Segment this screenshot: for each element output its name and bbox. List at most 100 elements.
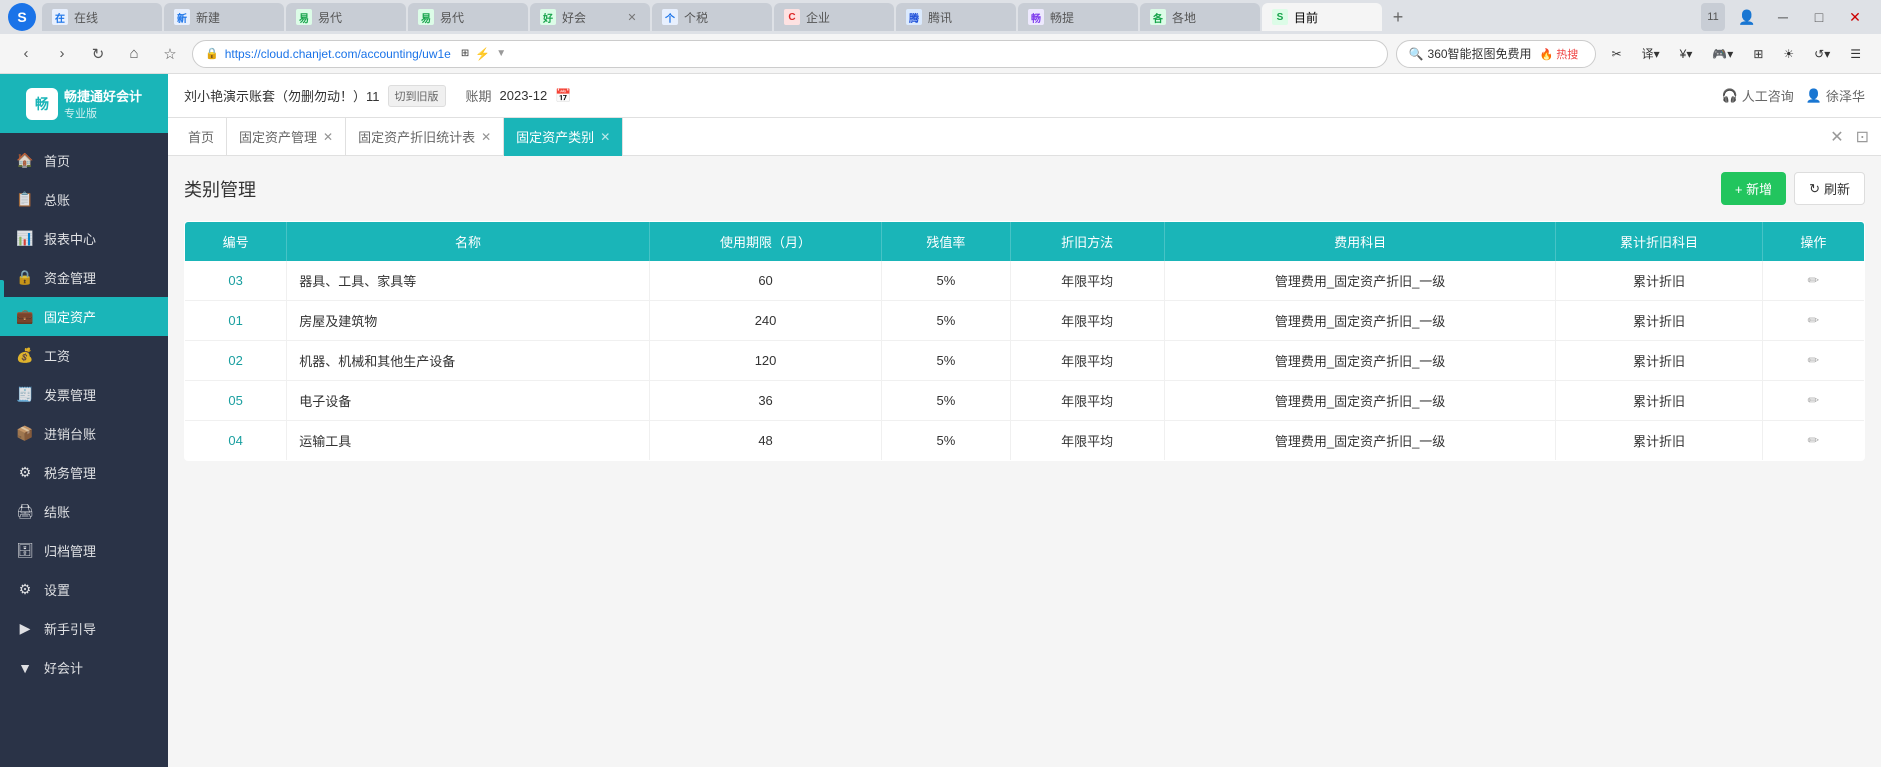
add-button[interactable]: + 新增 [1721,172,1786,205]
sidebar-item-home[interactable]: 🏠 首页 [0,141,168,180]
tab-count-badge[interactable]: 11 [1701,3,1725,31]
cell-action-1[interactable]: ✏ [1762,261,1864,301]
page-tab-asset-category[interactable]: 固定资产类别 ✕ [504,118,623,156]
refresh-button[interactable]: ↻ [84,40,112,68]
tabs-close-all-button[interactable]: ✕ [1822,127,1851,147]
tab-favicon-10: 各 [1150,9,1166,25]
sidebar-menu: 🏠 首页 📋 总账 📊 报表中心 🔒 资金管理 💼 固定资产 💰 工资 [0,133,168,767]
sidebar-item-reports[interactable]: 📊 报表中心 [0,219,168,258]
page-tab-depreciation-label: 固定资产折旧统计表 [358,127,475,146]
browser-tab-3[interactable]: 易 易代 [286,3,406,31]
minimize-button[interactable]: ─ [1769,3,1797,31]
edit-icon-4[interactable]: ✏ [1808,392,1820,408]
sidebar-item-ledger[interactable]: 📋 总账 [0,180,168,219]
sidebar-item-more[interactable]: ▼ 好会计 [0,648,168,687]
table-row: 02 机器、机械和其他生产设备 120 5% 年限平均 管理费用_固定资产折旧_… [185,341,1865,381]
cell-code-3[interactable]: 02 [185,341,287,381]
browser-tab-5[interactable]: 好 好会 ✕ [530,3,650,31]
action-buttons: + 新增 ↻ 刷新 [1721,172,1865,205]
sidebar-item-settings[interactable]: ⚙ 设置 [0,570,168,609]
sidebar-item-tax[interactable]: ⚙ 税务管理 [0,453,168,492]
cell-expense-3: 管理费用_固定资产折旧_一级 [1164,341,1556,381]
app-header: 刘小艳演示账套（勿删勿动！）11 切到旧版 账期 2023-12 📅 🎧 人工咨… [168,74,1881,118]
url-input[interactable]: 🔒 https://cloud.chanjet.com/accounting/u… [192,40,1388,68]
tab-title-7: 企业 [806,9,830,26]
profile-icon[interactable]: 👤 [1733,3,1761,31]
search-bar[interactable]: 🔍 360智能抠图免费用 🔥 热搜 [1396,40,1596,68]
calendar-icon[interactable]: 📅 [555,88,571,104]
sidebar-item-invoice[interactable]: 🧾 发票管理 [0,375,168,414]
consult-button[interactable]: 🎧 人工咨询 [1722,86,1794,105]
cell-method-1: 年限平均 [1010,261,1164,301]
tabs-expand-button[interactable]: ⊡ [1852,127,1873,147]
forward-button[interactable]: › [48,40,76,68]
edit-icon-5[interactable]: ✏ [1808,432,1820,448]
sidebar-item-invoice-label: 发票管理 [44,385,96,404]
sidebar-item-archive[interactable]: 🗄 归档管理 [0,531,168,570]
browser-tab-7[interactable]: C 企业 [774,3,894,31]
bookmark-button[interactable]: ☆ [156,40,184,68]
browser-tab-8[interactable]: 腾 腾讯 [896,3,1016,31]
home-button[interactable]: ⌂ [120,40,148,68]
grid-tool[interactable]: ⊞ [1745,40,1771,68]
edit-icon-1[interactable]: ✏ [1808,272,1820,288]
close-browser-button[interactable]: ✕ [1841,3,1869,31]
game-tool[interactable]: 🎮▾ [1704,40,1741,68]
period-value: 2023-12 [500,88,548,103]
cell-action-3[interactable]: ✏ [1762,341,1864,381]
coin-tool[interactable]: ¥▾ [1672,40,1701,68]
page-tab-depreciation[interactable]: 固定资产折旧统计表 ✕ [346,118,504,156]
cell-code-4[interactable]: 05 [185,381,287,421]
url-dropdown-icon[interactable]: ▼ [496,48,506,59]
main-content: 刘小艳演示账套（勿删勿动！）11 切到旧版 账期 2023-12 📅 🎧 人工咨… [168,74,1881,767]
page-tab-fixed-asset-mgmt-close[interactable]: ✕ [323,130,333,144]
page-tab-home[interactable]: 首页 [176,118,227,156]
tab-title-10: 各地 [1172,9,1196,26]
browser-tab-1[interactable]: 在 在线 [42,3,162,31]
browser-tab-10[interactable]: 各 各地 [1140,3,1260,31]
cell-code-1[interactable]: 03 [185,261,287,301]
cell-expense-4: 管理费用_固定资产折旧_一级 [1164,381,1556,421]
cell-months-2: 240 [649,301,881,341]
new-tab-button[interactable]: + [1384,3,1412,31]
cell-action-4[interactable]: ✏ [1762,381,1864,421]
edit-icon-2[interactable]: ✏ [1808,312,1820,328]
browser-tab-2[interactable]: 新 新建 [164,3,284,31]
undo-tool[interactable]: ↺▾ [1806,40,1838,68]
cell-code-2[interactable]: 01 [185,301,287,341]
table-row: 03 器具、工具、家具等 60 5% 年限平均 管理费用_固定资产折旧_一级 累… [185,261,1865,301]
maximize-button[interactable]: □ [1805,3,1833,31]
hot-search-label: 🔥 热搜 [1540,46,1579,62]
cell-name-1: 器具、工具、家具等 [287,261,650,301]
sidebar-item-fixed-assets[interactable]: 💼 固定资产 [0,297,168,336]
sidebar-item-salary[interactable]: 💰 工资 [0,336,168,375]
page-tab-asset-category-close[interactable]: ✕ [600,130,610,144]
edit-icon-3[interactable]: ✏ [1808,352,1820,368]
sidebar-item-funds[interactable]: 🔒 资金管理 [0,258,168,297]
sidebar-item-guide[interactable]: ▶ 新手引导 [0,609,168,648]
col-header-accum-dep: 累计折旧科目 [1556,222,1762,262]
scissors-tool[interactable]: ✂ [1604,40,1630,68]
tab-title-11: 目前 [1294,9,1318,26]
cell-action-2[interactable]: ✏ [1762,301,1864,341]
cell-code-5[interactable]: 04 [185,421,287,461]
browser-tab-11[interactable]: S 目前 [1262,3,1382,31]
browser-tab-4[interactable]: 易 易代 [408,3,528,31]
switch-version-button[interactable]: 切到旧版 [388,85,446,107]
menu-tool[interactable]: ☰ [1842,40,1869,68]
col-header-months: 使用期限（月） [649,222,881,262]
page-tab-fixed-asset-mgmt[interactable]: 固定资产管理 ✕ [227,118,346,156]
sidebar-item-checkout[interactable]: 🖨 结账 [0,492,168,531]
browser-tab-6[interactable]: 个 个税 [652,3,772,31]
user-profile-button[interactable]: 👤 徐泽华 [1806,86,1865,105]
sidebar-item-funds-label: 资金管理 [44,268,96,287]
browser-tab-9[interactable]: 畅 畅提 [1018,3,1138,31]
cell-action-5[interactable]: ✏ [1762,421,1864,461]
page-tab-depreciation-close[interactable]: ✕ [481,130,491,144]
back-button[interactable]: ‹ [12,40,40,68]
tab-close-5[interactable]: ✕ [624,9,640,25]
translate-tool[interactable]: 译▾ [1634,40,1668,68]
sidebar-item-purchase-sale[interactable]: 📦 进销台账 [0,414,168,453]
brightness-tool[interactable]: ☀ [1775,40,1802,68]
refresh-button[interactable]: ↻ 刷新 [1794,172,1865,205]
